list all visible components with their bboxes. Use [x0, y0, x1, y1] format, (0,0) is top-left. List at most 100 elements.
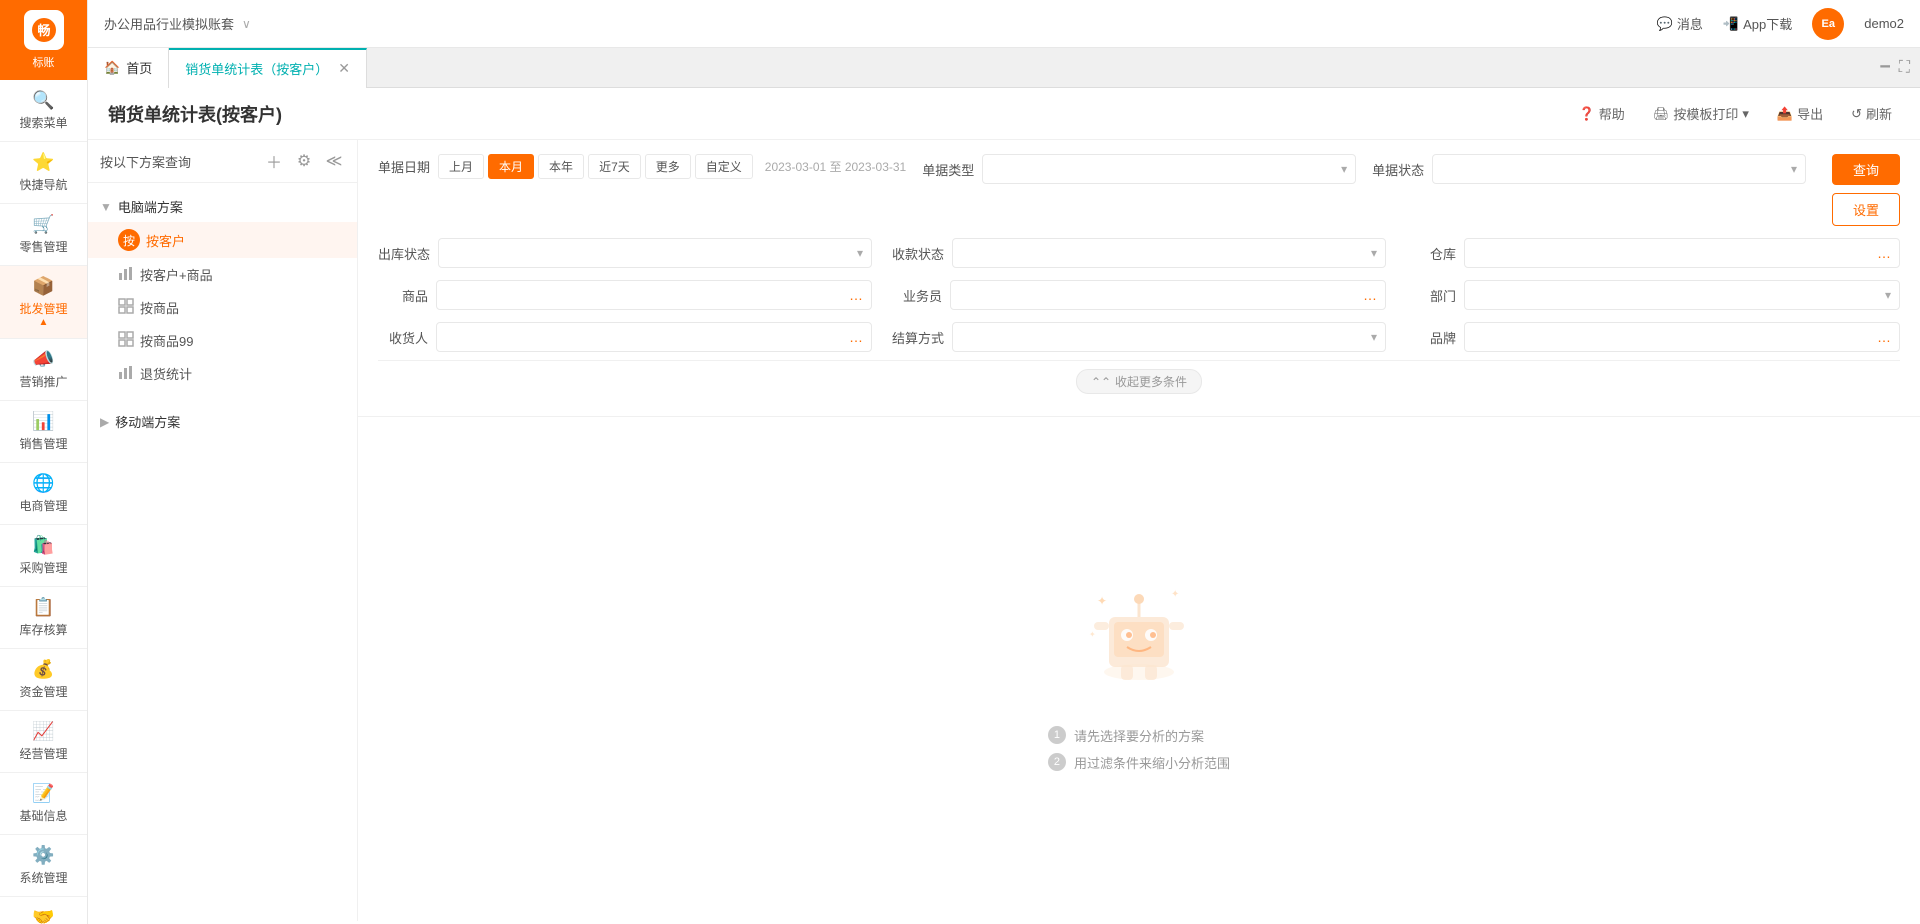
date-this-year-btn[interactable]: 本年: [538, 154, 584, 179]
tab-minimize-btn[interactable]: 🗕: [1879, 54, 1890, 81]
add-scheme-btn[interactable]: ＋: [263, 150, 285, 172]
tab-close-btn[interactable]: ✕: [338, 60, 350, 77]
help-icon: ❓: [1579, 106, 1595, 122]
settings-btn[interactable]: 设置: [1832, 193, 1900, 226]
date-more-btn[interactable]: 更多: [645, 154, 691, 179]
sidebar-logo[interactable]: 畅 标账: [0, 0, 88, 80]
salesperson-select[interactable]: …: [950, 280, 1386, 310]
tip-num-1: 1: [1048, 726, 1066, 744]
goods-item: 商品 …: [378, 280, 872, 310]
username[interactable]: demo2: [1864, 16, 1904, 31]
receiver-select[interactable]: …: [436, 322, 872, 352]
sidebar-item-ecommerce[interactable]: 🌐 电商管理: [0, 463, 87, 525]
right-content: 单据日期 上月 本月 本年 近7天 更多 自定义 2023-03-01 至 20…: [358, 140, 1920, 921]
collapse-panel-btn[interactable]: ≪: [323, 150, 345, 172]
breadcrumb-arrow: ∨: [242, 17, 251, 31]
goods-select[interactable]: …: [436, 280, 872, 310]
marketing-icon: 📣: [32, 349, 54, 370]
sidebar-item-inventory[interactable]: 📋 库存核算: [0, 587, 87, 649]
help-btn[interactable]: ❓ 帮助: [1571, 100, 1633, 127]
home-icon: 🏠: [104, 60, 120, 76]
dept-item: 部门 ▾: [1406, 280, 1900, 310]
finance-icon: 💰: [32, 659, 54, 680]
user-avatar[interactable]: Ea: [1812, 8, 1844, 40]
tree-item-by-goods[interactable]: 按商品: [88, 291, 357, 324]
receipt-status-item: 收款状态 ▾: [892, 238, 1386, 268]
date-last-month-btn[interactable]: 上月: [438, 154, 484, 179]
empty-tips: 1 请先选择要分析的方案 2 用过滤条件来缩小分析范围: [1048, 726, 1230, 772]
settlement-label: 结算方式: [892, 328, 944, 347]
sidebar-item-enterprise[interactable]: 🤝 企业协同: [0, 897, 87, 924]
tree-parent-desktop[interactable]: ▼ 电脑端方案: [88, 191, 357, 222]
tree-mobile-arrow: ▶: [100, 415, 109, 429]
sidebar-item-wholesale-label: 批发管理: [19, 300, 67, 317]
sidebar-item-quicknav-label: 快捷导航: [19, 176, 67, 193]
message-btn[interactable]: 💬 消息: [1657, 14, 1703, 33]
app-download-btn[interactable]: 📲 App下载: [1723, 14, 1792, 33]
goods-label: 商品: [378, 286, 428, 305]
salesperson-item: 业务员 …: [892, 280, 1386, 310]
print-btn[interactable]: 🖨 按模板打印 ▾: [1645, 100, 1757, 127]
tree-item-by-goods-99[interactable]: 按商品99: [88, 324, 357, 357]
sidebar-item-quicknav[interactable]: ⭐ 快捷导航: [0, 142, 87, 204]
tab-home[interactable]: 🏠 首页: [88, 48, 169, 88]
sidebar-item-wholesale[interactable]: 📦 批发管理 ▲: [0, 266, 87, 339]
settlement-select[interactable]: ▾: [952, 322, 1386, 352]
brand-select[interactable]: …: [1464, 322, 1900, 352]
tip-text-1: 请先选择要分析的方案: [1074, 726, 1204, 745]
sidebar-item-business[interactable]: 📈 经营管理: [0, 711, 87, 773]
out-status-select[interactable]: ▾: [438, 238, 872, 268]
empty-illustration: ✦ ✦ ✦: [1079, 567, 1199, 706]
query-btn[interactable]: 查询: [1832, 154, 1900, 185]
brand-dots[interactable]: …: [1877, 329, 1891, 345]
sidebar-item-system[interactable]: ⚙️ 系统管理: [0, 835, 87, 897]
wholesale-icon: 📦: [32, 276, 54, 297]
date-custom-btn[interactable]: 自定义: [695, 154, 753, 179]
filter-row-3: 商品 … 业务员 …: [378, 280, 1900, 310]
tree-item-return-stats[interactable]: 退货统计: [88, 357, 357, 390]
app-download-icon: 📲: [1723, 16, 1739, 32]
doc-type-select[interactable]: ▾: [982, 154, 1356, 184]
salesperson-dots[interactable]: …: [1363, 287, 1377, 303]
svg-text:✦: ✦: [1171, 589, 1179, 600]
export-btn[interactable]: 📤 导出: [1769, 100, 1831, 127]
out-status-arrow: ▾: [857, 246, 863, 260]
warehouse-select[interactable]: …: [1464, 238, 1900, 268]
doc-status-select[interactable]: ▾: [1432, 154, 1806, 184]
left-panel-icons: ＋ ⚙ ≪: [263, 150, 345, 172]
sidebar-item-search[interactable]: 🔍 搜索菜单: [0, 80, 87, 142]
goods-dots[interactable]: …: [849, 287, 863, 303]
tab-maximize-btn[interactable]: ⛶: [1899, 59, 1910, 77]
receiver-dots[interactable]: …: [849, 329, 863, 345]
sidebar-item-sales[interactable]: 📊 销售管理: [0, 401, 87, 463]
tab-sales-stats-label: 销货单统计表（按客户）: [185, 59, 328, 78]
sidebar-item-finance[interactable]: 💰 资金管理: [0, 649, 87, 711]
date-last-7-days-btn[interactable]: 近7天: [588, 154, 641, 179]
receipt-status-select[interactable]: ▾: [952, 238, 1386, 268]
retail-icon: 🛒: [32, 214, 54, 235]
sidebar-item-finance-label: 资金管理: [19, 683, 67, 700]
tip-num-2: 2: [1048, 753, 1066, 771]
settings-scheme-btn[interactable]: ⚙: [293, 150, 315, 172]
dept-select[interactable]: ▾: [1464, 280, 1900, 310]
tab-sales-stats[interactable]: 销货单统计表（按客户） ✕: [169, 48, 367, 88]
tree-parent-mobile[interactable]: ▶ 移动端方案: [88, 406, 357, 437]
sidebar-item-marketing[interactable]: 📣 营销推广: [0, 339, 87, 401]
system-icon: ⚙️: [32, 845, 54, 866]
warehouse-dots[interactable]: …: [1877, 245, 1891, 261]
tree-item-by-customer-goods[interactable]: 按客户+商品: [88, 258, 357, 291]
print-icon: 🖨: [1653, 106, 1670, 122]
grid-icon: [118, 298, 134, 317]
refresh-btn[interactable]: ↺ 刷新: [1843, 100, 1900, 127]
page-header: 销货单统计表(按客户) ❓ 帮助 🖨 按模板打印 ▾ 📤 导出 ↺ 刷新: [88, 88, 1920, 140]
sales-icon: 📊: [32, 411, 54, 432]
collapse-btn[interactable]: ⌃⌃ 收起更多条件: [1076, 369, 1202, 394]
tree-item-by-customer[interactable]: 按 按客户: [88, 222, 357, 258]
sidebar-item-retail[interactable]: 🛒 零售管理: [0, 204, 87, 266]
breadcrumb-text: 办公用品行业模拟账套: [104, 14, 234, 33]
date-this-month-btn[interactable]: 本月: [488, 154, 534, 179]
sidebar-item-basic[interactable]: 📝 基础信息: [0, 773, 87, 835]
sidebar-item-purchase[interactable]: 🛍️ 采购管理: [0, 525, 87, 587]
left-panel-title: 按以下方案查询: [100, 152, 191, 171]
warehouse-item: 仓库 …: [1406, 238, 1900, 268]
